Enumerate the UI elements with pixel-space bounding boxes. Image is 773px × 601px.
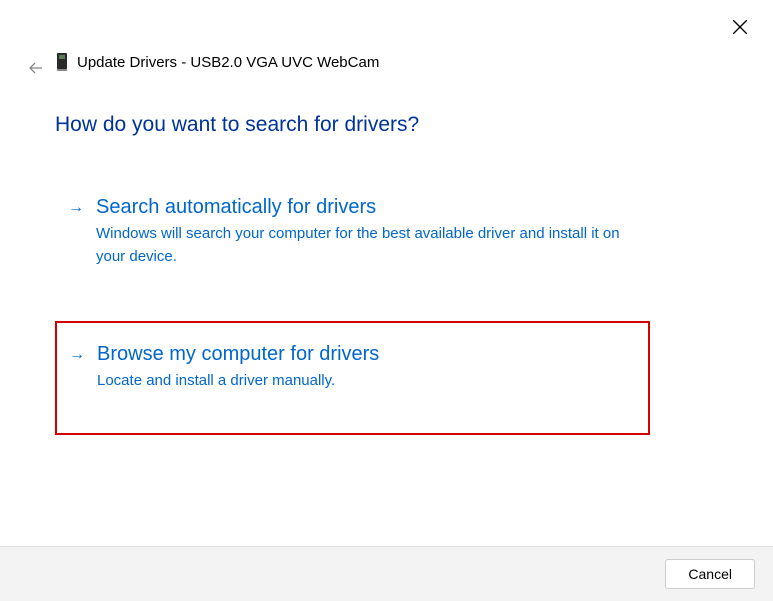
option-description: Locate and install a driver manually. [97, 370, 636, 393]
option-description: Windows will search your computer for th… [96, 223, 637, 268]
dialog-title: Update Drivers - USB2.0 VGA UVC WebCam [77, 54, 379, 71]
cancel-button[interactable]: Cancel [665, 559, 755, 589]
back-button[interactable] [28, 60, 44, 76]
close-button[interactable] [731, 18, 749, 36]
device-icon [55, 52, 69, 72]
options-list: → Search automatically for drivers Windo… [55, 185, 650, 455]
update-drivers-dialog: Update Drivers - USB2.0 VGA UVC WebCam H… [0, 0, 773, 601]
option-title: Search automatically for drivers [96, 196, 376, 219]
main-heading: How do you want to search for drivers? [55, 113, 419, 137]
option-title: Browse my computer for drivers [97, 343, 379, 366]
arrow-right-icon: → [69, 346, 87, 364]
back-arrow-icon [28, 63, 44, 80]
option-browse-computer[interactable]: → Browse my computer for drivers Locate … [55, 321, 650, 435]
arrow-right-icon: → [68, 199, 86, 217]
dialog-footer: Cancel [0, 546, 773, 601]
dialog-header: Update Drivers - USB2.0 VGA UVC WebCam [55, 52, 379, 72]
close-icon [731, 23, 749, 40]
option-search-automatically[interactable]: → Search automatically for drivers Windo… [55, 185, 650, 281]
